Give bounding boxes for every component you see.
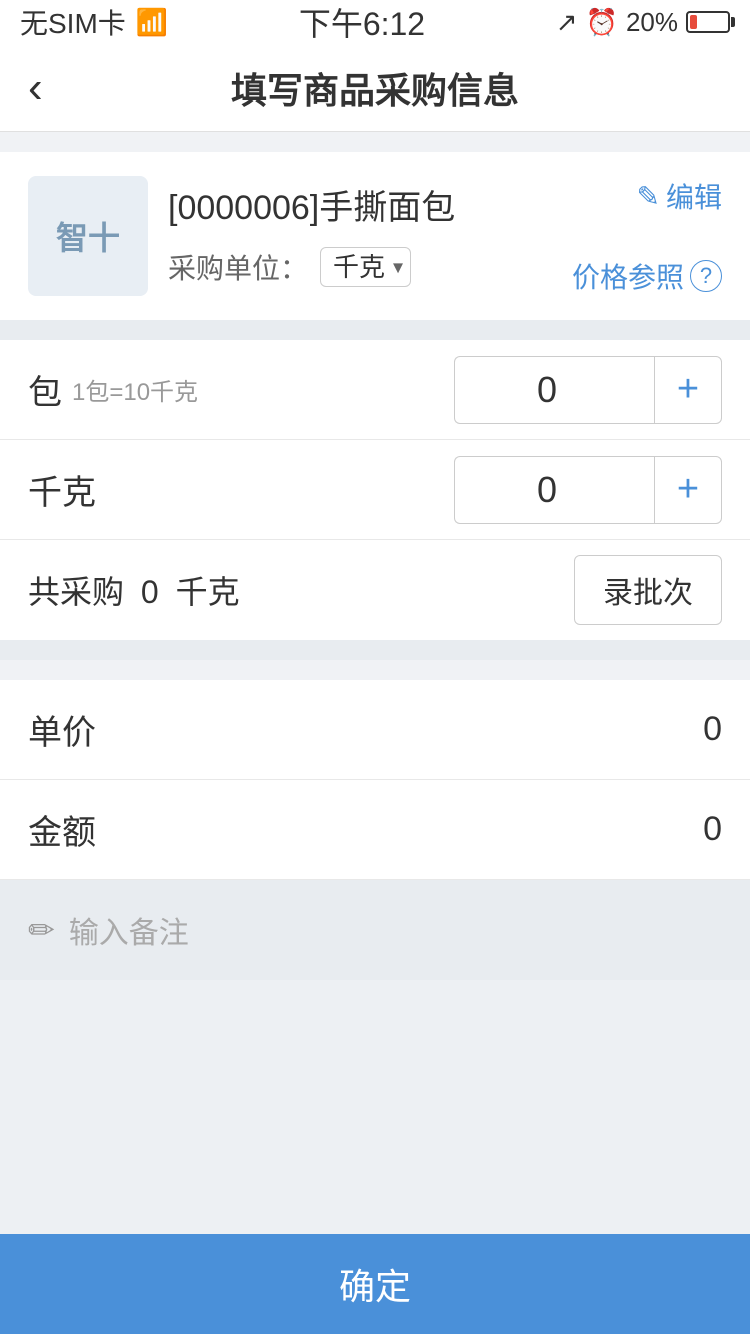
- nav-bar: ‹ 填写商品采购信息: [0, 44, 750, 132]
- unit-price-row: 单价 0: [0, 680, 750, 780]
- unit-price-label: 单价: [28, 705, 96, 754]
- pencil-icon: ✏: [28, 911, 55, 949]
- kg-input-row: 千克 +: [0, 440, 750, 540]
- bag-input-row: 包 1包=10千克 +: [0, 340, 750, 440]
- amount-value: 0: [703, 810, 722, 849]
- battery-percent: 20%: [626, 7, 678, 38]
- summary-text: 共采购 0 千克: [28, 567, 240, 613]
- section-divider-2: [0, 640, 750, 660]
- help-icon: ?: [690, 260, 722, 292]
- note-section[interactable]: ✏ 输入备注: [0, 880, 750, 980]
- section-divider-1: [0, 320, 750, 340]
- unit-select-wrapper[interactable]: 千克: [320, 247, 411, 287]
- price-section: 单价 0 金额 0: [0, 680, 750, 880]
- edit-button[interactable]: ✎ 编辑: [637, 176, 722, 216]
- price-ref-label: 价格参照: [572, 256, 684, 296]
- kg-input[interactable]: [454, 456, 654, 524]
- amount-row: 金额 0: [0, 780, 750, 880]
- confirm-label: 确定: [339, 1258, 411, 1310]
- kg-plus-button[interactable]: +: [654, 456, 722, 524]
- bag-plus-button[interactable]: +: [654, 356, 722, 424]
- summary-prefix: 共采购: [28, 574, 124, 610]
- summary-unit: 千克: [176, 574, 240, 610]
- page-title: 填写商品采购信息: [231, 62, 519, 114]
- product-card: 智十 [0000006]手撕面包 采购单位： 千克 ✎ 编辑 价格参照 ?: [0, 152, 750, 320]
- bag-label: 包: [28, 365, 62, 414]
- unit-price-value: 0: [703, 710, 722, 749]
- location-icon: ↗: [556, 7, 578, 38]
- price-ref-button[interactable]: 价格参照 ?: [572, 256, 722, 296]
- edit-icon: ✎: [637, 180, 660, 213]
- product-image: 智十: [28, 176, 148, 296]
- edit-label: 编辑: [666, 176, 722, 216]
- kg-label: 千克: [28, 465, 96, 514]
- status-bar: 无SIM卡 📶 下午6:12 ↗ ⏰ 20%: [0, 0, 750, 44]
- status-right: ↗ ⏰ 20%: [556, 7, 730, 38]
- summary-row: 共采购 0 千克 录批次: [0, 540, 750, 640]
- confirm-button[interactable]: 确定: [0, 1234, 750, 1334]
- bag-input[interactable]: [454, 356, 654, 424]
- carrier-text: 无SIM卡: [20, 2, 126, 42]
- input-section: 包 1包=10千克 + 千克 +: [0, 340, 750, 540]
- amount-label: 金额: [28, 805, 96, 854]
- unit-label: 采购单位：: [168, 247, 308, 287]
- note-placeholder: 输入备注: [69, 908, 189, 952]
- bag-controls: +: [454, 356, 722, 424]
- status-left: 无SIM卡 📶: [20, 2, 168, 42]
- battery-icon: [686, 11, 730, 33]
- product-logo: 智十: [56, 213, 120, 259]
- summary-amount: 0: [141, 574, 159, 610]
- kg-controls: +: [454, 456, 722, 524]
- bag-sublabel: 1包=10千克: [72, 372, 198, 407]
- batch-button[interactable]: 录批次: [574, 555, 722, 625]
- alarm-icon: ⏰: [586, 7, 618, 38]
- unit-select[interactable]: 千克: [320, 247, 411, 287]
- wifi-icon: 📶: [136, 7, 168, 38]
- status-time: 下午6:12: [299, 0, 425, 45]
- back-button[interactable]: ‹: [28, 66, 43, 110]
